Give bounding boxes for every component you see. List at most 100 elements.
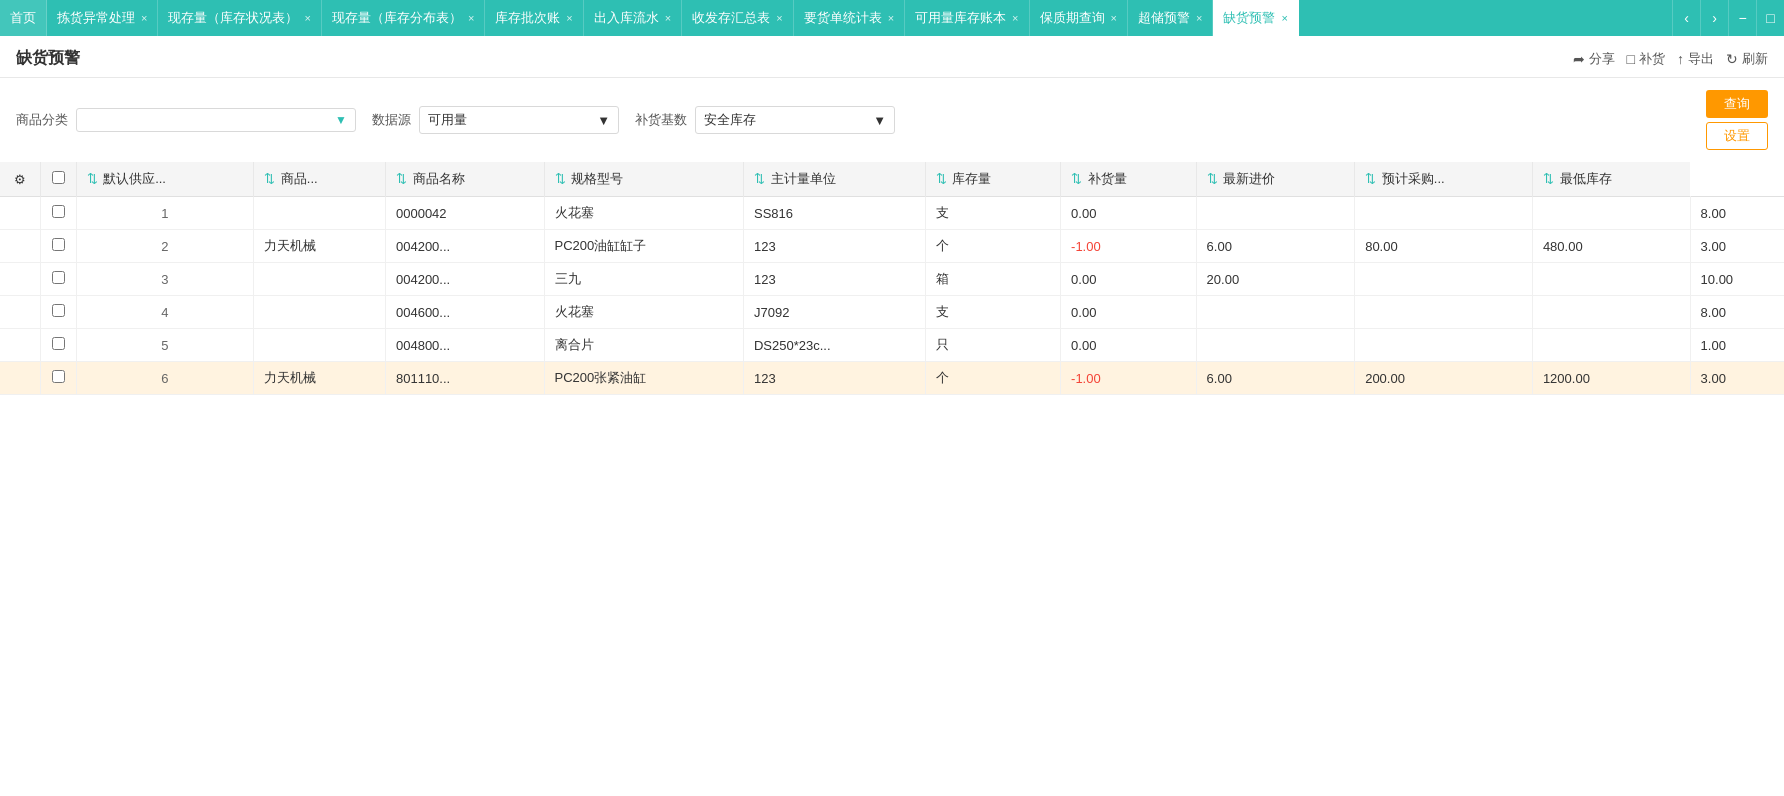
row-gear-cell	[0, 263, 40, 296]
product-name-sort-icon: ⇅	[396, 171, 407, 186]
tab-close-stock-status[interactable]: ×	[304, 12, 310, 24]
column-spec[interactable]: ⇅ 规格型号	[544, 162, 743, 197]
column-latest-price[interactable]: ⇅ 最新进价	[1196, 162, 1355, 197]
tab-home[interactable]: 首页	[0, 0, 47, 36]
unit-sort-icon: ⇅	[754, 171, 765, 186]
tab-close-available-ledger[interactable]: ×	[1012, 12, 1018, 24]
row-est-purchase	[1532, 263, 1690, 296]
tab-close-order-stats[interactable]: ×	[888, 12, 894, 24]
tab-close-shortage[interactable]: ×	[1281, 12, 1287, 24]
tab-close-expiry[interactable]: ×	[1111, 12, 1117, 24]
row-unit: 只	[925, 329, 1061, 362]
row-supplier	[254, 296, 386, 329]
filter-action-buttons: 查询 设置	[1706, 90, 1768, 150]
tab-order-stats[interactable]: 要货单统计表 ×	[794, 0, 905, 36]
row-checkbox[interactable]	[52, 238, 65, 251]
tab-abnormal[interactable]: 拣货异常处理 ×	[47, 0, 158, 36]
select-all-checkbox[interactable]	[52, 171, 65, 184]
tab-stock-dist[interactable]: 现存量（库存分布表） ×	[322, 0, 485, 36]
row-checkbox[interactable]	[52, 337, 65, 350]
row-gear-cell	[0, 296, 40, 329]
row-product-code: 004800...	[385, 329, 544, 362]
row-product-name: PC200油缸缸子	[544, 230, 743, 263]
replenish-sort-icon: ⇅	[1071, 171, 1082, 186]
tab-expiry[interactable]: 保质期查询 ×	[1030, 0, 1128, 36]
datasource-select[interactable]: 可用量 ▼	[419, 106, 619, 134]
row-stock: 0.00	[1061, 197, 1197, 230]
column-est-purchase[interactable]: ⇅ 预计采购...	[1355, 162, 1533, 197]
tab-recv-summary[interactable]: 收发存汇总表 ×	[682, 0, 793, 36]
export-button[interactable]: ↑ 导出	[1677, 50, 1714, 68]
refresh-icon: ↻	[1726, 51, 1738, 67]
settings-button[interactable]: 设置	[1706, 122, 1768, 150]
column-unit[interactable]: ⇅ 主计量单位	[743, 162, 925, 197]
tab-overstock[interactable]: 超储预警 ×	[1128, 0, 1213, 36]
query-button[interactable]: 查询	[1706, 90, 1768, 118]
supplier-sort-icon: ⇅	[87, 171, 98, 186]
table-row: 6 力天机械 801110... PC200张紧油缸 123 个 -1.00 6…	[0, 362, 1784, 395]
tab-shortage[interactable]: 缺货预警 ×	[1213, 0, 1298, 36]
tab-prev-btn[interactable]: ‹	[1672, 0, 1700, 36]
tab-close-stock-dist[interactable]: ×	[468, 12, 474, 24]
tab-close-abnormal[interactable]: ×	[141, 12, 147, 24]
row-spec: 123	[743, 263, 925, 296]
column-stock[interactable]: ⇅ 库存量	[925, 162, 1061, 197]
row-checkbox[interactable]	[52, 205, 65, 218]
gear-icon: ⚙	[14, 172, 26, 187]
tab-close-inout-flow[interactable]: ×	[665, 12, 671, 24]
column-product-code[interactable]: ⇅ 商品...	[254, 162, 386, 197]
row-check-cell	[40, 329, 76, 362]
tab-batch[interactable]: 库存批次账 ×	[485, 0, 583, 36]
tab-stock-status[interactable]: 现存量（库存状况表） ×	[158, 0, 321, 36]
row-gear-cell	[0, 362, 40, 395]
row-supplier	[254, 263, 386, 296]
share-button[interactable]: ➦ 分享	[1573, 50, 1615, 68]
row-unit: 支	[925, 296, 1061, 329]
datasource-filter-group: 数据源 可用量 ▼	[372, 106, 619, 134]
replenish-base-select[interactable]: 安全库存 ▼	[695, 106, 895, 134]
row-gear-cell	[0, 197, 40, 230]
tab-close-recv-summary[interactable]: ×	[776, 12, 782, 24]
row-check-cell	[40, 197, 76, 230]
column-supplier[interactable]: ⇅ 默认供应...	[76, 162, 254, 197]
tab-next-btn[interactable]: ›	[1700, 0, 1728, 36]
row-spec: DS250*23c...	[743, 329, 925, 362]
row-product-code: 004600...	[385, 296, 544, 329]
tab-close-overstock[interactable]: ×	[1196, 12, 1202, 24]
category-select[interactable]: ▼	[76, 108, 356, 132]
row-latest-price: 80.00	[1355, 230, 1533, 263]
replenish-button[interactable]: □ 补货	[1627, 50, 1665, 68]
tab-close-batch[interactable]: ×	[566, 12, 572, 24]
row-product-name: PC200张紧油缸	[544, 362, 743, 395]
row-unit: 箱	[925, 263, 1061, 296]
row-num: 4	[76, 296, 254, 329]
row-check-cell	[40, 263, 76, 296]
column-product-name[interactable]: ⇅ 商品名称	[385, 162, 544, 197]
tab-inout-flow[interactable]: 出入库流水 ×	[584, 0, 682, 36]
column-settings[interactable]: ⚙	[0, 162, 40, 197]
table-row: 4 004600... 火花塞 J7092 支 0.00 8.00	[0, 296, 1784, 329]
tab-available-ledger[interactable]: 可用量库存账本 ×	[905, 0, 1029, 36]
row-num: 1	[76, 197, 254, 230]
row-latest-price	[1355, 296, 1533, 329]
tab-minimize-btn[interactable]: −	[1728, 0, 1756, 36]
row-checkbox[interactable]	[52, 304, 65, 317]
datasource-dropdown-icon: ▼	[597, 113, 610, 128]
row-checkbox[interactable]	[52, 271, 65, 284]
row-min-stock: 3.00	[1690, 362, 1784, 395]
row-check-cell	[40, 230, 76, 263]
row-checkbox[interactable]	[52, 370, 65, 383]
column-replenish[interactable]: ⇅ 补货量	[1061, 162, 1197, 197]
replenish-base-label: 补货基数	[635, 111, 687, 129]
export-icon: ↑	[1677, 51, 1684, 67]
row-latest-price: 200.00	[1355, 362, 1533, 395]
row-product-name: 离合片	[544, 329, 743, 362]
row-stock: 0.00	[1061, 263, 1197, 296]
table-row: 5 004800... 离合片 DS250*23c... 只 0.00 1.00	[0, 329, 1784, 362]
column-min-stock[interactable]: ⇅ 最低库存	[1532, 162, 1690, 197]
replenish-base-dropdown-icon: ▼	[873, 113, 886, 128]
row-num: 5	[76, 329, 254, 362]
refresh-button[interactable]: ↻ 刷新	[1726, 50, 1768, 68]
tab-maximize-btn[interactable]: □	[1756, 0, 1784, 36]
row-est-purchase	[1532, 197, 1690, 230]
